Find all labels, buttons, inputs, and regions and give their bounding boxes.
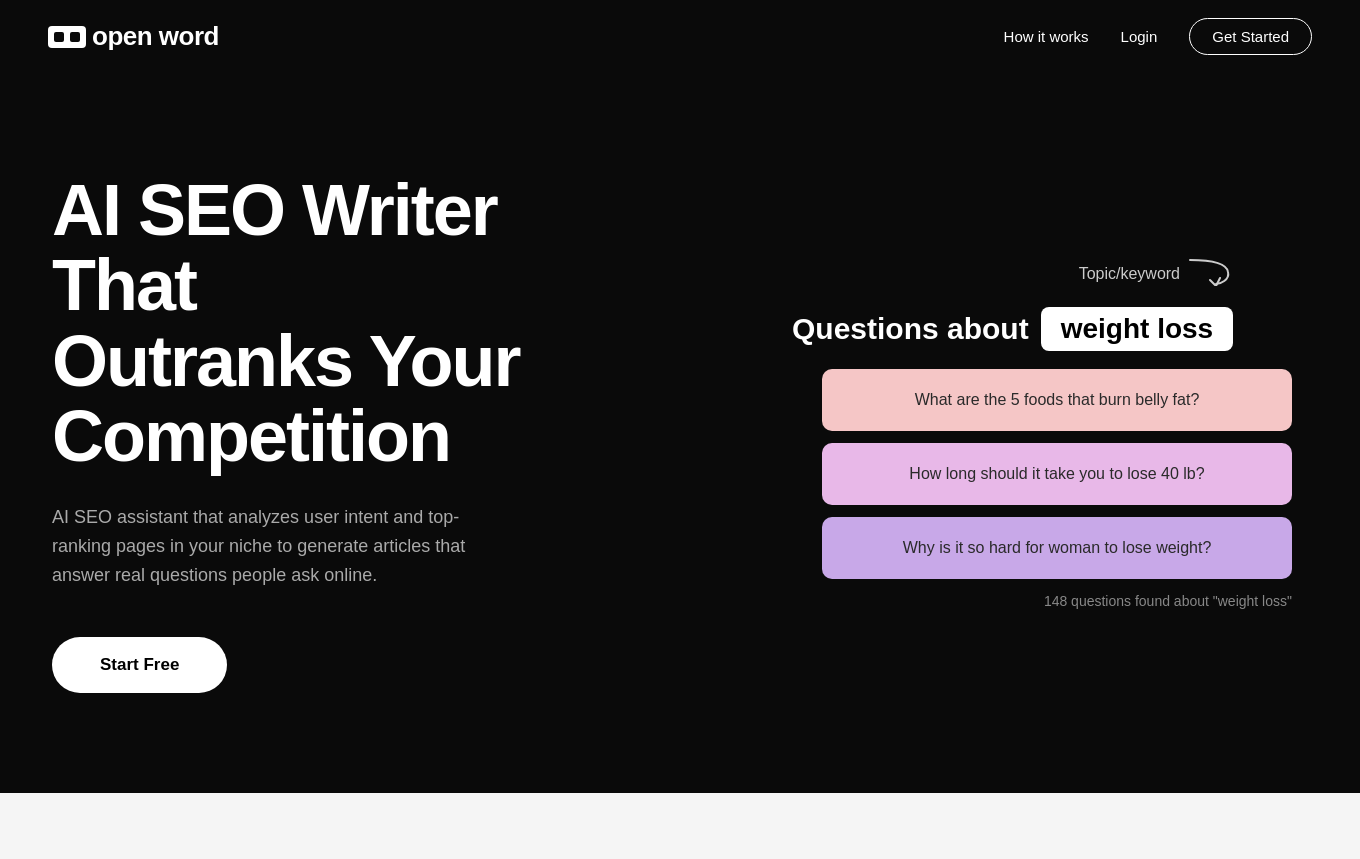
hero-title: AI SEO Writer That Outranks Your Competi… <box>52 173 572 475</box>
topic-label-text: Topic/keyword <box>1079 265 1180 283</box>
svg-rect-0 <box>48 26 86 48</box>
hero-right: Topic/keyword Questions about weight los… <box>792 258 1312 609</box>
question-cards: What are the 5 foods that burn belly fat… <box>822 369 1292 579</box>
start-free-button[interactable]: Start Free <box>52 637 227 693</box>
nav-login[interactable]: Login <box>1121 28 1158 45</box>
question-card-1: What are the 5 foods that burn belly fat… <box>822 369 1292 431</box>
keyword-badge: weight loss <box>1041 307 1233 351</box>
logo: open word <box>48 21 219 52</box>
how-it-works-title: How it works <box>48 853 1312 859</box>
topic-label-container: Topic/keyword <box>1079 258 1232 291</box>
question-card-2: How long should it take you to lose 40 l… <box>822 443 1292 505</box>
arrow-down-icon <box>1188 258 1232 291</box>
nav-how-it-works[interactable]: How it works <box>1004 28 1089 45</box>
logo-icon <box>48 26 86 48</box>
questions-found-text: 148 questions found about "weight loss" <box>1044 593 1292 609</box>
navbar: open word How it works Login Get Started <box>0 0 1360 73</box>
nav-links: How it works Login Get Started <box>1004 18 1312 55</box>
question-card-3: Why is it so hard for woman to lose weig… <box>822 517 1292 579</box>
logo-text: open word <box>48 21 219 52</box>
questions-header: Questions about weight loss <box>792 307 1233 351</box>
hero-section: AI SEO Writer That Outranks Your Competi… <box>0 73 1360 793</box>
get-started-button[interactable]: Get Started <box>1189 18 1312 55</box>
hero-left: AI SEO Writer That Outranks Your Competi… <box>52 173 572 694</box>
how-it-works-section: How it works <box>0 793 1360 859</box>
svg-rect-1 <box>54 32 64 42</box>
svg-rect-2 <box>70 32 80 42</box>
questions-prefix: Questions about <box>792 312 1029 346</box>
hero-description: AI SEO assistant that analyzes user inte… <box>52 503 512 589</box>
